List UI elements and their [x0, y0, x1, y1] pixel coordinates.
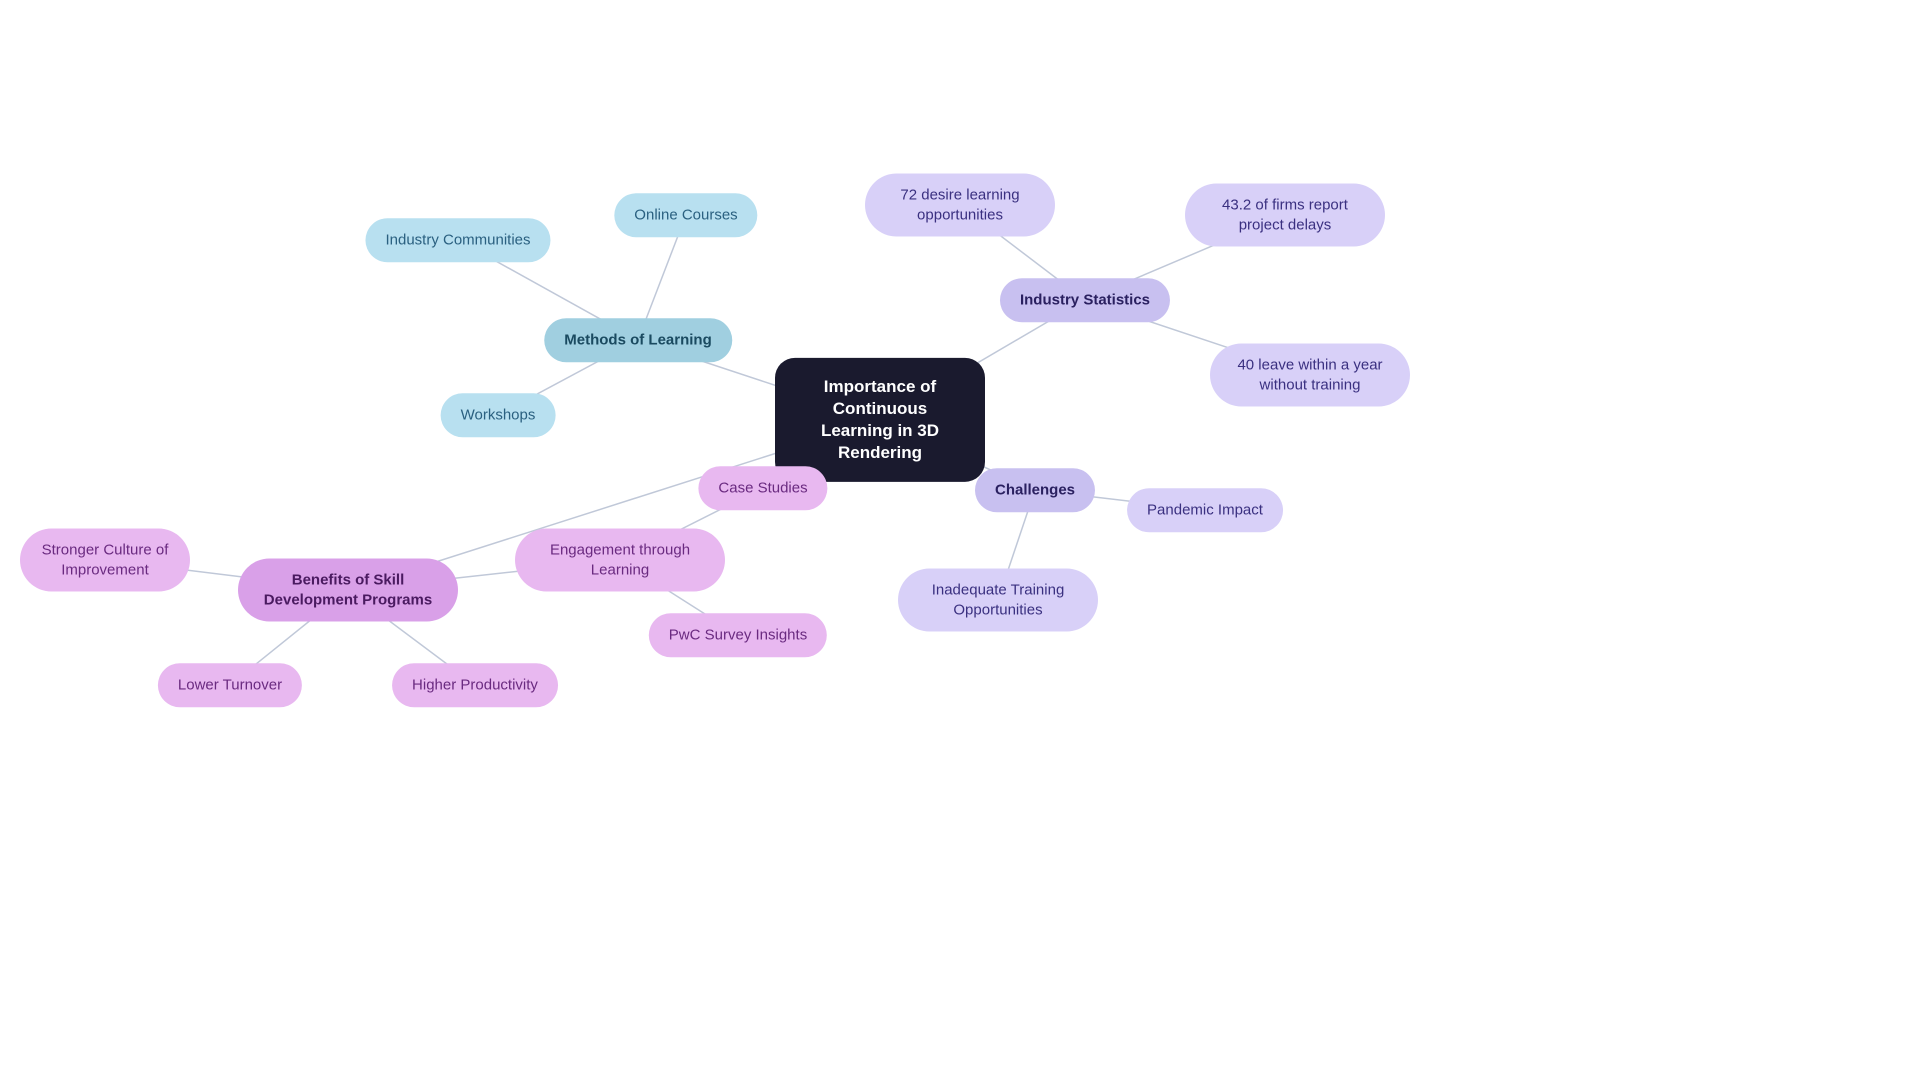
node-workshops[interactable]: Workshops — [441, 393, 556, 437]
node-higher-productivity[interactable]: Higher Productivity — [392, 663, 558, 707]
node-pandemic-impact[interactable]: Pandemic Impact — [1127, 488, 1283, 532]
node-online-courses[interactable]: Online Courses — [614, 193, 757, 237]
node-leave-without-training[interactable]: 40 leave within a year without training — [1210, 344, 1410, 407]
mind-map: Importance of Continuous Learning in 3D … — [0, 0, 1920, 1083]
node-desire-learning[interactable]: 72 desire learning opportunities — [865, 174, 1055, 237]
center-node[interactable]: Importance of Continuous Learning in 3D … — [775, 358, 985, 482]
node-stronger-culture[interactable]: Stronger Culture of Improvement — [20, 529, 190, 592]
node-industry-communities[interactable]: Industry Communities — [365, 218, 550, 262]
node-engagement[interactable]: Engagement through Learning — [515, 529, 725, 592]
node-pwc-survey[interactable]: PwC Survey Insights — [649, 613, 827, 657]
node-industry-stats[interactable]: Industry Statistics — [1000, 278, 1170, 322]
node-case-studies[interactable]: Case Studies — [698, 466, 827, 510]
node-benefits[interactable]: Benefits of Skill Development Programs — [238, 559, 458, 622]
node-inadequate-training[interactable]: Inadequate Training Opportunities — [898, 569, 1098, 632]
node-lower-turnover[interactable]: Lower Turnover — [158, 663, 302, 707]
node-firms-project-delays[interactable]: 43.2 of firms report project delays — [1185, 184, 1385, 247]
node-challenges[interactable]: Challenges — [975, 468, 1095, 512]
node-methods[interactable]: Methods of Learning — [544, 318, 732, 362]
connections-svg — [0, 0, 1920, 1083]
